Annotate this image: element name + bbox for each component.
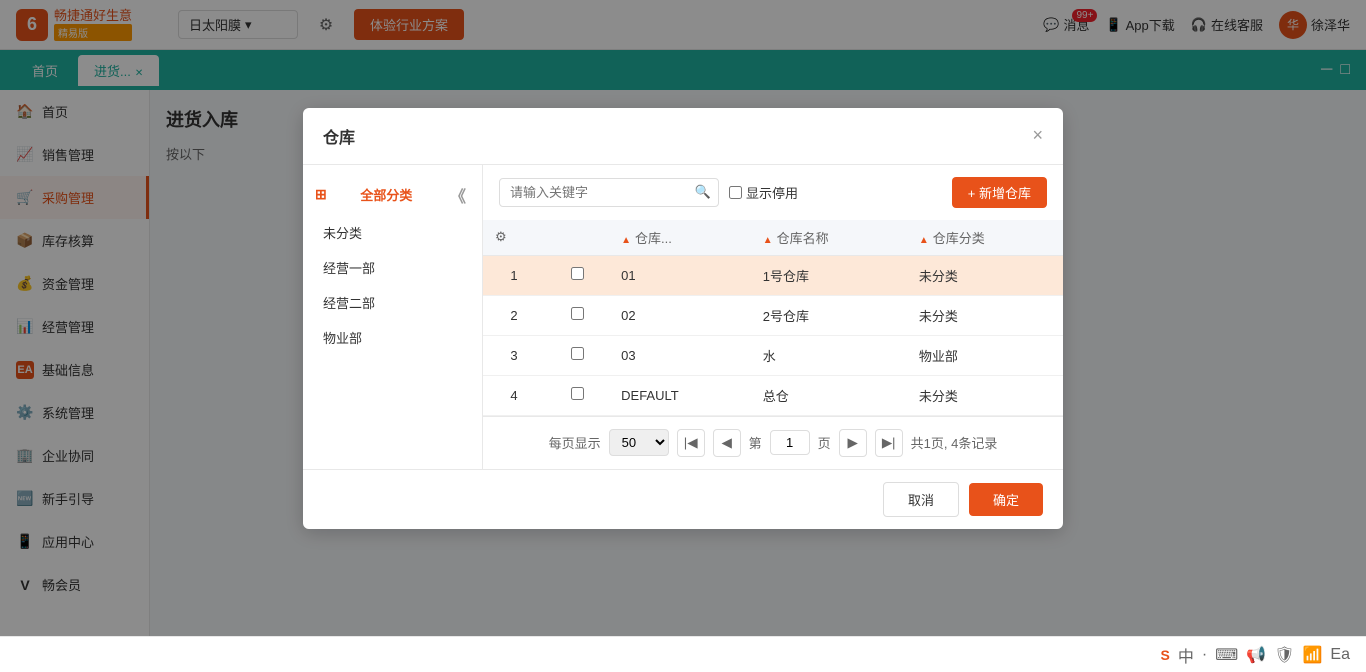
row-check-3[interactable] (545, 335, 609, 375)
table-row[interactable]: 1 01 1号仓库 未分类 (483, 255, 1063, 295)
search-wrap: 🔍 (499, 178, 719, 207)
search-input[interactable] (499, 178, 719, 207)
row-check-4[interactable] (545, 375, 609, 415)
cancel-button[interactable]: 取消 (883, 482, 959, 517)
row-code-4: DEFAULT (609, 375, 751, 415)
th-settings: ⚙ (483, 220, 545, 256)
network-icon[interactable]: 📶 (1303, 645, 1323, 665)
last-page-btn[interactable]: ▶| (875, 429, 903, 457)
s-logo-icon: S (1160, 647, 1169, 663)
row-category-3: 物业部 (907, 335, 1063, 375)
row-name-2: 2号仓库 (751, 295, 907, 335)
row-checkbox-2[interactable] (571, 307, 584, 320)
page-text-label: 第 (749, 433, 762, 452)
per-page-select[interactable]: 50 10 20 100 (609, 429, 669, 456)
category-item-property[interactable]: 物业部 (303, 320, 482, 355)
main-layout: 🏠 首页 📈 销售管理 🛒 采购管理 📦 库存核算 💰 资金管理 📊 经营管理 … (0, 90, 1366, 636)
time-icon: Ea (1330, 646, 1350, 664)
th-check (545, 220, 609, 256)
row-gear-1: 1 (483, 255, 545, 295)
modal-footer: 取消 确定 (303, 469, 1063, 529)
category-item-ops2[interactable]: 经营二部 (303, 285, 482, 320)
th-code: ▲仓库... (609, 220, 751, 256)
row-category-4: 未分类 (907, 375, 1063, 415)
row-checkbox-4[interactable] (571, 387, 584, 400)
warehouse-table: ⚙ ▲仓库... ▲仓库名称 ▲仓库分类 1 (483, 220, 1063, 416)
table-panel: 🔍 显示停用 + 新增仓库 (483, 165, 1063, 469)
row-check-1[interactable] (545, 255, 609, 295)
confirm-button[interactable]: 确定 (969, 483, 1043, 516)
row-code-2: 02 (609, 295, 751, 335)
row-code-1: 01 (609, 255, 751, 295)
first-page-btn[interactable]: |◀ (677, 429, 705, 457)
table-scroll[interactable]: ⚙ ▲仓库... ▲仓库名称 ▲仓库分类 1 (483, 220, 1063, 416)
modal-close-icon[interactable]: × (1032, 125, 1043, 146)
row-name-3: 水 (751, 335, 907, 375)
sort-icon-cat: ▲ (919, 235, 929, 246)
speaker-icon[interactable]: 📢 (1246, 645, 1266, 665)
row-category-2: 未分类 (907, 295, 1063, 335)
all-category-label[interactable]: 全部分类 (360, 185, 412, 204)
row-name-1: 1号仓库 (751, 255, 907, 295)
page-number-input[interactable] (770, 430, 810, 455)
modal-overlay[interactable]: 仓库 × ⊞ 全部分类 《 未分类 经营一部 经营二部 (150, 90, 1366, 636)
show-disabled-text: 显示停用 (746, 183, 798, 202)
row-code-3: 03 (609, 335, 751, 375)
table-row[interactable]: 4 DEFAULT 总仓 未分类 (483, 375, 1063, 415)
table-row[interactable]: 2 02 2号仓库 未分类 (483, 295, 1063, 335)
th-category: ▲仓库分类 (907, 220, 1063, 256)
table-header-row: ⚙ ▲仓库... ▲仓库名称 ▲仓库分类 (483, 220, 1063, 256)
modal-body: ⊞ 全部分类 《 未分类 经营一部 经营二部 物业部 (303, 165, 1063, 469)
content-area: 进货入库 按以下 仓库 × ⊞ 全部分类 《 (150, 90, 1366, 636)
sort-icon-code: ▲ (621, 235, 631, 246)
category-grid-icon: ⊞ (315, 186, 327, 203)
add-warehouse-button[interactable]: + 新增仓库 (952, 177, 1047, 208)
row-check-2[interactable] (545, 295, 609, 335)
keyboard-icon[interactable]: ⌨ (1215, 645, 1238, 665)
category-panel: ⊞ 全部分类 《 未分类 经营一部 经营二部 物业部 (303, 165, 483, 469)
chinese-icon: 中 (1178, 643, 1194, 667)
th-name: ▲仓库名称 (751, 220, 907, 256)
row-checkbox-3[interactable] (571, 347, 584, 360)
bottom-bar: S 中 · ⌨ 📢 🛡 📶 Ea (0, 636, 1366, 672)
table-head: ⚙ ▲仓库... ▲仓库名称 ▲仓库分类 (483, 220, 1063, 256)
pagination: 每页显示 50 10 20 100 |◀ ◀ 第 页 (483, 416, 1063, 469)
modal-header: 仓库 × (303, 108, 1063, 165)
shield-icon[interactable]: 🛡 (1274, 645, 1294, 665)
modal-title: 仓库 (323, 124, 355, 148)
sort-icon-name: ▲ (763, 235, 773, 246)
table-toolbar: 🔍 显示停用 + 新增仓库 (483, 165, 1063, 220)
prev-page-btn[interactable]: ◀ (713, 429, 741, 457)
settings-col-icon: ⚙ (495, 229, 507, 244)
table-row[interactable]: 3 03 水 物业部 (483, 335, 1063, 375)
dot-icon: · (1202, 646, 1207, 664)
per-page-label: 每页显示 (549, 433, 601, 452)
row-category-1: 未分类 (907, 255, 1063, 295)
row-gear-4: 4 (483, 375, 545, 415)
show-disabled-checkbox[interactable] (729, 186, 742, 199)
table-body: 1 01 1号仓库 未分类 2 02 (483, 255, 1063, 415)
category-item-unclassified[interactable]: 未分类 (303, 215, 482, 250)
row-gear-3: 3 (483, 335, 545, 375)
search-icon[interactable]: 🔍 (695, 184, 711, 200)
row-name-4: 总仓 (751, 375, 907, 415)
row-gear-2: 2 (483, 295, 545, 335)
category-header: ⊞ 全部分类 《 (303, 175, 482, 215)
category-item-ops1[interactable]: 经营一部 (303, 250, 482, 285)
warehouse-modal: 仓库 × ⊞ 全部分类 《 未分类 经营一部 经营二部 (303, 108, 1063, 529)
row-checkbox-1[interactable] (571, 267, 584, 280)
page-unit-label: 页 (818, 433, 831, 452)
next-page-btn[interactable]: ▶ (839, 429, 867, 457)
show-disabled-label[interactable]: 显示停用 (729, 183, 798, 202)
collapse-icon[interactable]: 《 (446, 183, 470, 207)
page-total: 共1页, 4条记录 (911, 433, 998, 452)
